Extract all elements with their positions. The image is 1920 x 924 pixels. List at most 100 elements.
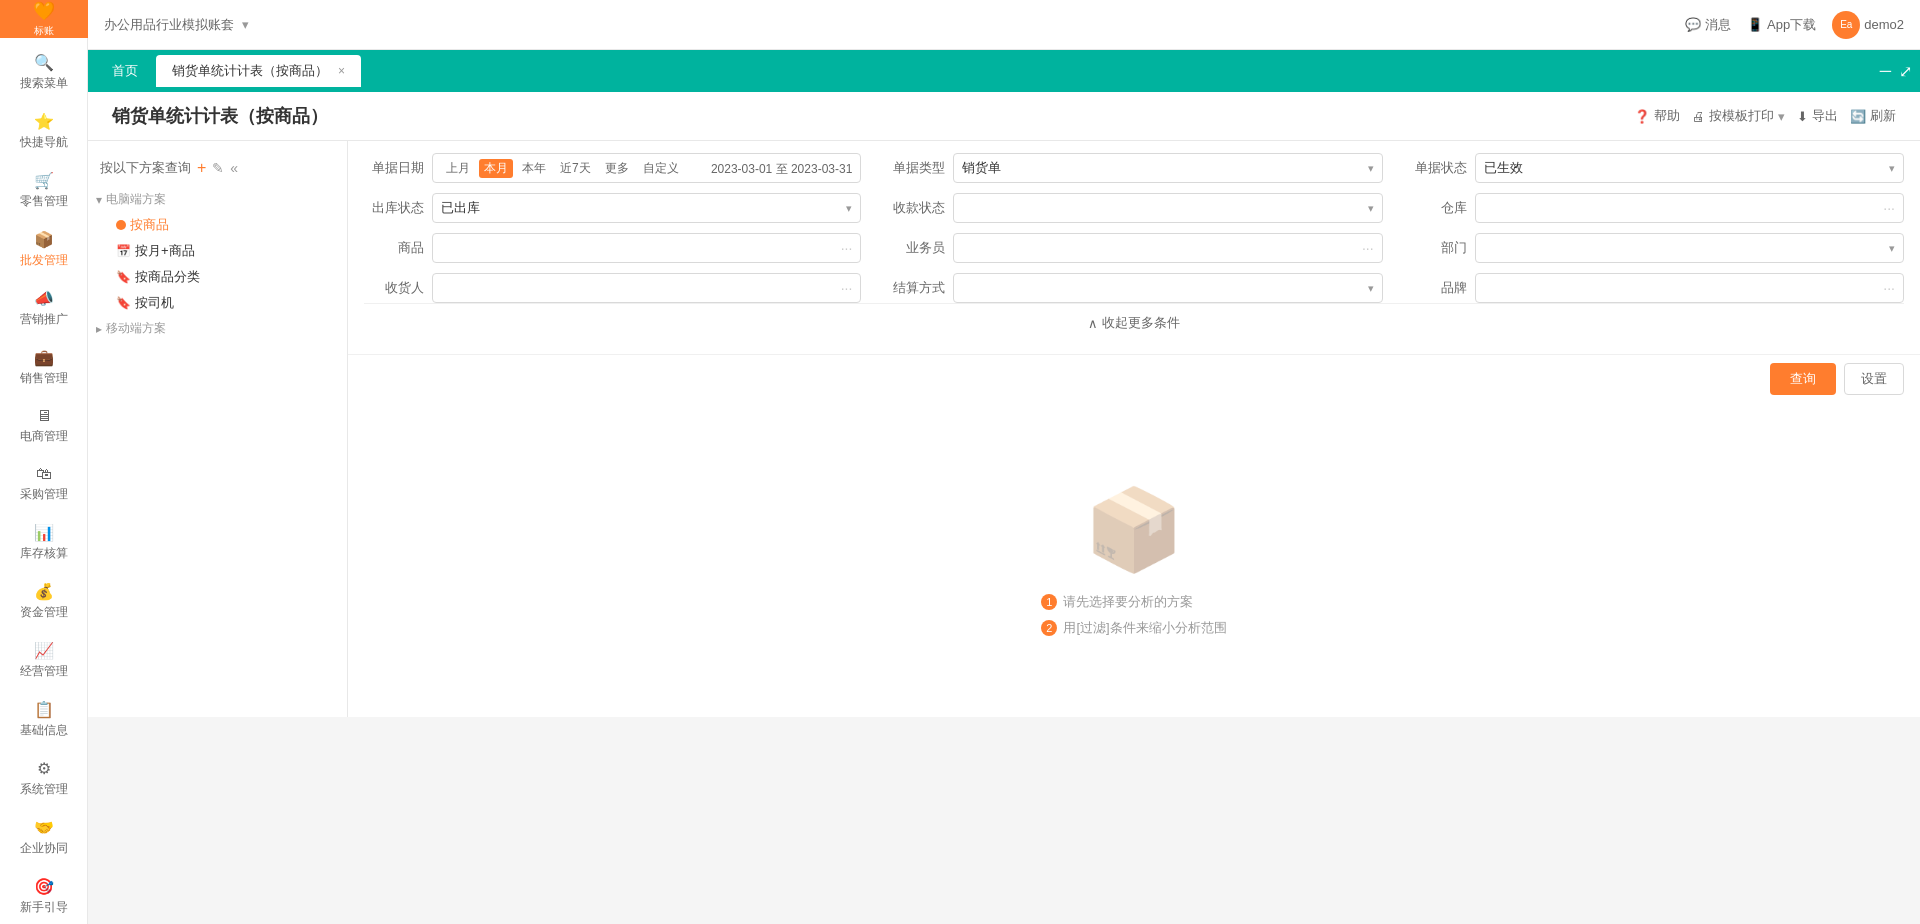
department-input[interactable]: ▾ bbox=[1475, 233, 1904, 263]
date-tab-7days[interactable]: 近7天 bbox=[555, 159, 596, 178]
user-btn[interactable]: Ea demo2 bbox=[1832, 11, 1904, 39]
scheme-by-cashier[interactable]: 🔖 按司机 bbox=[108, 290, 347, 316]
sidebar-item-quick[interactable]: ⭐ 快捷导航 bbox=[0, 102, 87, 161]
warehouse-status-input[interactable]: 已出库 ▾ bbox=[432, 193, 861, 223]
date-tab-prev-month[interactable]: 上月 bbox=[441, 159, 475, 178]
scheme-by-month-goods[interactable]: 📅 按月+商品 bbox=[108, 238, 347, 264]
date-input[interactable]: 上月 本月 本年 近7天 更多 自定义 2023-03-01 至 2023-03… bbox=[432, 153, 861, 183]
print-icon: 🖨 bbox=[1692, 109, 1705, 124]
by-month-goods-label: 按月+商品 bbox=[135, 242, 195, 260]
sidebar-item-corp[interactable]: 🤝 企业协同 bbox=[0, 808, 87, 867]
brand-form-item: 品牌 ··· bbox=[1407, 273, 1904, 303]
date-tab-custom[interactable]: 自定义 bbox=[638, 159, 684, 178]
message-btn[interactable]: 💬 消息 bbox=[1685, 16, 1731, 34]
marketing-icon: 📣 bbox=[34, 289, 54, 308]
warehouse-form-item: 仓库 ··· bbox=[1407, 193, 1904, 223]
sidebar-item-finance[interactable]: 💰 资金管理 bbox=[0, 572, 87, 631]
empty-state: 📦 1 请先选择要分析的方案 2 用[过滤]条件来缩小分析范围 bbox=[348, 403, 1920, 717]
ecommerce-icon: 🖥 bbox=[36, 407, 52, 425]
print-chevron: ▾ bbox=[1778, 109, 1785, 124]
payment-status-input[interactable]: ▾ bbox=[953, 193, 1382, 223]
sidebar-item-ecommerce[interactable]: 🖥 电商管理 bbox=[0, 397, 87, 455]
sidebar-item-system[interactable]: ⚙ 系统管理 bbox=[0, 749, 87, 808]
filter-row-1: 单据日期 上月 本月 本年 近7天 更多 自定义 20 bbox=[364, 153, 1904, 183]
collapse-bar[interactable]: ∧ 收起更多条件 bbox=[364, 303, 1904, 342]
by-month-goods-icon: 📅 bbox=[116, 244, 131, 258]
export-btn[interactable]: ⬇ 导出 bbox=[1797, 107, 1838, 125]
add-scheme-btn[interactable]: + bbox=[197, 159, 206, 177]
help-icon: ❓ bbox=[1634, 109, 1650, 124]
operation-icon: 📈 bbox=[34, 641, 54, 660]
doc-type-input[interactable]: 销货单 ▾ bbox=[953, 153, 1382, 183]
workspace-name: 办公用品行业模拟账套 bbox=[104, 16, 234, 34]
salesperson-input[interactable]: ··· bbox=[953, 233, 1382, 263]
sidebar-item-search[interactable]: 🔍 搜索菜单 bbox=[0, 43, 87, 102]
warehouse-input[interactable]: ··· bbox=[1475, 193, 1904, 223]
date-tab-this-month[interactable]: 本月 bbox=[479, 159, 513, 178]
workspace-chevron[interactable]: ▾ bbox=[242, 17, 249, 32]
sidebar-item-newbie[interactable]: 🎯 新手引导 bbox=[0, 867, 87, 924]
sidebar-item-basic[interactable]: 📋 基础信息 bbox=[0, 690, 87, 749]
tab-home[interactable]: 首页 bbox=[96, 55, 154, 87]
page-title: 销货单统计计表（按商品） bbox=[112, 104, 328, 128]
logo-text: 标账 bbox=[34, 24, 54, 38]
sidebar-item-inventory[interactable]: 📊 库存核算 bbox=[0, 513, 87, 572]
sidebar-item-sales[interactable]: 💼 销售管理 bbox=[0, 338, 87, 397]
help-btn[interactable]: ❓ 帮助 bbox=[1634, 107, 1680, 125]
page-header: 销货单统计计表（按商品） ❓ 帮助 🖨 按模板打印 ▾ ⬇ 导出 🔄 刷新 bbox=[88, 92, 1920, 141]
tab-bar-right: ─ ⤢ bbox=[1880, 62, 1912, 81]
empty-tips: 1 请先选择要分析的方案 2 用[过滤]条件来缩小分析范围 bbox=[1041, 593, 1226, 637]
sidebar-item-operation[interactable]: 📈 经营管理 bbox=[0, 631, 87, 690]
sidebar-item-wholesale[interactable]: 📦 批发管理 bbox=[0, 220, 87, 279]
goods-input[interactable]: ··· bbox=[432, 233, 861, 263]
tab-expand-btn[interactable]: ⤢ bbox=[1899, 62, 1912, 81]
basic-icon: 📋 bbox=[34, 700, 54, 719]
sidebar-item-marketing[interactable]: 📣 营销推广 bbox=[0, 279, 87, 338]
logo-icon: 🧡 bbox=[33, 0, 55, 22]
scheme-tree: ▾ 电脑端方案 按商品 📅 按月+商品 🔖 bbox=[88, 183, 347, 345]
tab-active[interactable]: 销货单统计计表（按商品） × bbox=[156, 55, 361, 87]
settlement-label: 结算方式 bbox=[885, 279, 945, 297]
help-label: 帮助 bbox=[1654, 107, 1680, 125]
sidebar-item-system-label: 系统管理 bbox=[20, 781, 68, 798]
receiver-input[interactable]: ··· bbox=[432, 273, 861, 303]
settings-button[interactable]: 设置 bbox=[1844, 363, 1904, 395]
tip1-num: 1 bbox=[1041, 594, 1057, 610]
sidebar-item-purchase[interactable]: 🛍 采购管理 bbox=[0, 455, 87, 513]
brand-input[interactable]: ··· bbox=[1475, 273, 1904, 303]
payment-status-form-item: 收款状态 ▾ bbox=[885, 193, 1382, 223]
date-form-item: 单据日期 上月 本月 本年 近7天 更多 自定义 20 bbox=[364, 153, 861, 183]
scheme-node-pc[interactable]: ▾ 电脑端方案 bbox=[88, 187, 347, 212]
edit-scheme-btn[interactable]: ✎ bbox=[212, 160, 224, 176]
salesperson-dots: ··· bbox=[1362, 240, 1374, 256]
scheme-node-mobile[interactable]: ▸ 移动端方案 bbox=[88, 316, 347, 341]
newbie-icon: 🎯 bbox=[34, 877, 54, 896]
sidebar-item-basic-label: 基础信息 bbox=[20, 722, 68, 739]
tab-close-icon[interactable]: × bbox=[338, 64, 345, 78]
refresh-btn[interactable]: 🔄 刷新 bbox=[1850, 107, 1896, 125]
print-btn[interactable]: 🖨 按模板打印 ▾ bbox=[1692, 107, 1785, 125]
date-tab-this-year[interactable]: 本年 bbox=[517, 159, 551, 178]
doc-status-input[interactable]: 已生效 ▾ bbox=[1475, 153, 1904, 183]
app-download-btn[interactable]: 📱 App下载 bbox=[1747, 16, 1816, 34]
settlement-input[interactable]: ▾ bbox=[953, 273, 1382, 303]
sidebar-item-purchase-label: 采购管理 bbox=[20, 486, 68, 503]
collapse-scheme-btn[interactable]: « bbox=[230, 160, 238, 176]
empty-tip-2: 2 用[过滤]条件来缩小分析范围 bbox=[1041, 619, 1226, 637]
finance-icon: 💰 bbox=[34, 582, 54, 601]
tab-bar: 首页 销货单统计计表（按商品） × ─ ⤢ bbox=[88, 50, 1920, 92]
print-label: 按模板打印 bbox=[1709, 107, 1774, 125]
receiver-dots: ··· bbox=[841, 280, 853, 296]
doc-type-chevron: ▾ bbox=[1368, 162, 1374, 175]
app-logo[interactable]: 🧡 标账 bbox=[0, 0, 88, 38]
department-chevron: ▾ bbox=[1889, 242, 1895, 255]
sidebar-item-retail[interactable]: 🛒 零售管理 bbox=[0, 161, 87, 220]
scheme-by-goods[interactable]: 按商品 bbox=[108, 212, 347, 238]
tab-minimize-btn[interactable]: ─ bbox=[1880, 62, 1891, 80]
scheme-by-category[interactable]: 🔖 按商品分类 bbox=[108, 264, 347, 290]
app-icon: 📱 bbox=[1747, 17, 1763, 32]
query-button[interactable]: 查询 bbox=[1770, 363, 1836, 395]
export-icon: ⬇ bbox=[1797, 109, 1808, 124]
by-goods-dot bbox=[116, 220, 126, 230]
date-tab-more[interactable]: 更多 bbox=[600, 159, 634, 178]
